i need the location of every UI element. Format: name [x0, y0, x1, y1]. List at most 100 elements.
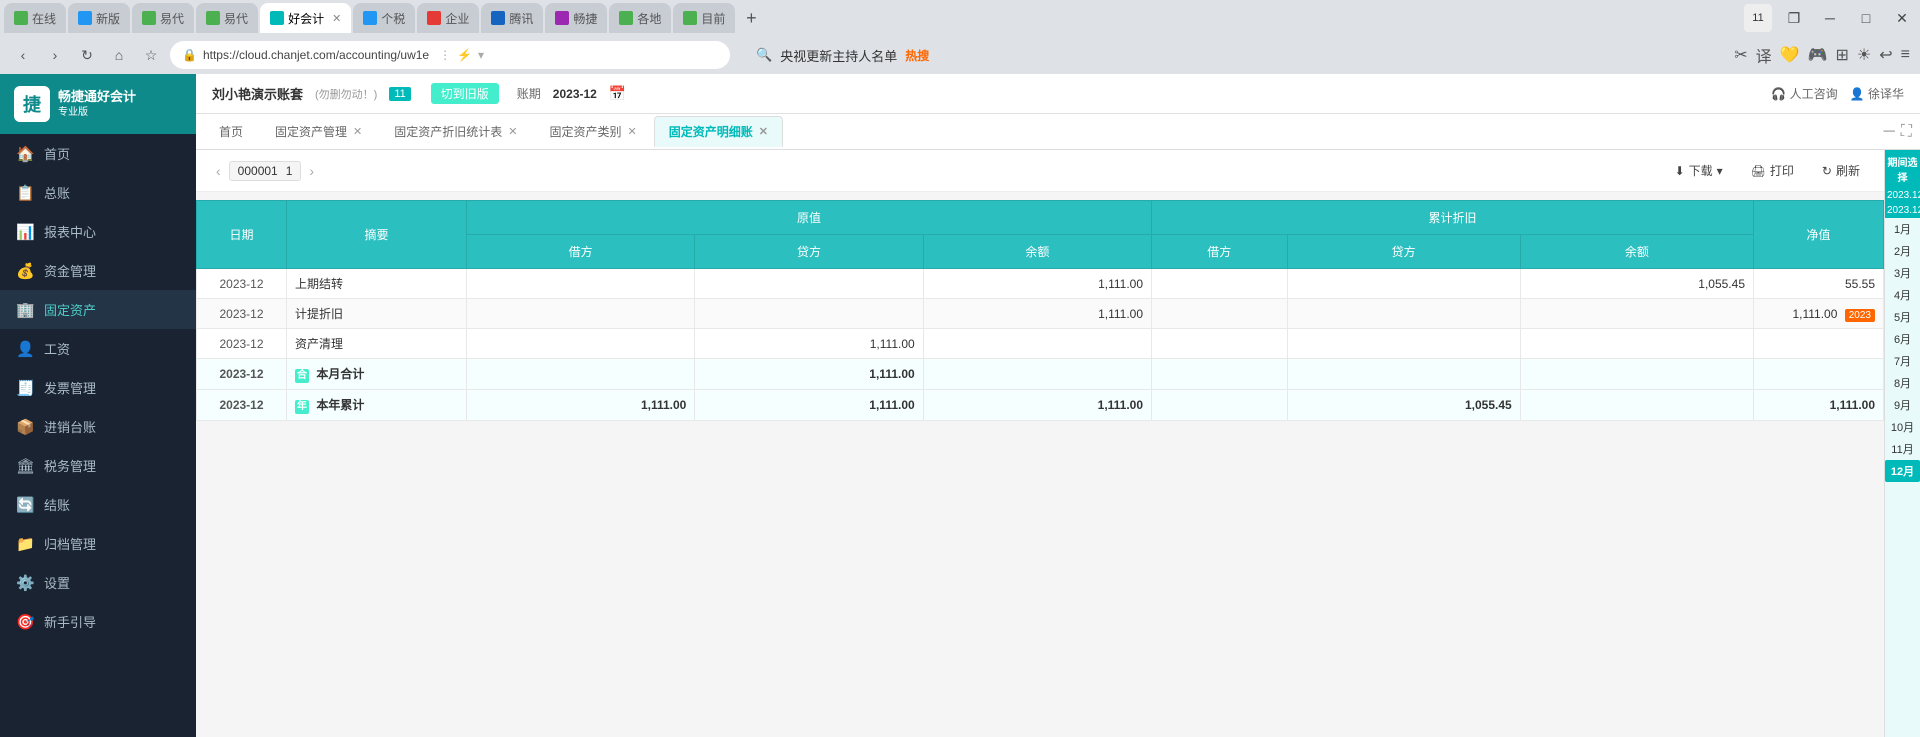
sidebar-item-funds[interactable]: 💰 资金管理: [0, 251, 196, 290]
browser-tab-yidai1[interactable]: 易代: [132, 3, 194, 33]
tab-close-asset-detail-ledger[interactable]: ✕: [759, 125, 768, 138]
search-area: 🔍 央视更新主持人名单 热搜: [736, 46, 1728, 65]
row1-net-value: 55.55: [1754, 269, 1884, 299]
sidebar-item-tax[interactable]: 🏛 税务管理: [0, 446, 196, 485]
invoice-icon: 🧾: [16, 379, 34, 397]
maximize-icon[interactable]: □: [1852, 4, 1880, 32]
grid-icon[interactable]: ⊞: [1836, 45, 1849, 65]
new-tab-button[interactable]: +: [737, 4, 765, 32]
period-month-10[interactable]: 10月: [1885, 416, 1920, 438]
restore-window-icon[interactable]: ❐: [1780, 4, 1808, 32]
tab-home[interactable]: 首页: [204, 116, 258, 147]
undo-icon[interactable]: ↩: [1879, 45, 1892, 65]
user-avatar[interactable]: 👤 徐译华: [1850, 85, 1904, 102]
th-acc-debit: 借方: [1152, 235, 1287, 269]
sidebar-item-ledger[interactable]: 📋 总账: [0, 173, 196, 212]
sidebar-item-closing[interactable]: 🔄 结账: [0, 485, 196, 524]
sidebar-item-invoice[interactable]: 🧾 发票管理: [0, 368, 196, 407]
row2-date: 2023-12: [197, 299, 287, 329]
browser-tab-muqian[interactable]: 目前: [673, 3, 735, 33]
period-month-12[interactable]: 12月: [1885, 460, 1920, 482]
browser-tab-qiye[interactable]: 企业: [417, 3, 479, 33]
tab-asset-category[interactable]: 固定资产类别 ✕: [534, 116, 651, 147]
period-month-5[interactable]: 5月: [1885, 306, 1920, 328]
period-selected-top[interactable]: 2023.12: [1885, 188, 1920, 203]
sidebar-item-fixed-assets[interactable]: 🏢 固定资产: [0, 290, 196, 329]
browser-tab-changjie[interactable]: 畅捷: [545, 3, 607, 33]
period-selected-bottom[interactable]: 2023.12: [1885, 203, 1920, 218]
brightness-icon[interactable]: ☀: [1857, 45, 1871, 65]
hot-search-label[interactable]: 热搜: [905, 47, 929, 64]
maximize-tab-icon[interactable]: ⛶: [1901, 123, 1912, 141]
sidebar-item-home[interactable]: 🏠 首页: [0, 134, 196, 173]
tab-close-depreciation-stats[interactable]: ✕: [508, 125, 517, 138]
period-selector: 期间选择 2023.12 2023.12 1月 2月 3月 4月 5月 6月 7…: [1884, 150, 1920, 737]
th-original-value: 原值: [467, 201, 1152, 235]
tab-close-icon[interactable]: ✕: [332, 12, 341, 25]
row3-orig-credit: 1,111.00: [695, 329, 923, 359]
switch-version-button[interactable]: 切到旧版: [431, 83, 499, 104]
period-month-1[interactable]: 1月: [1885, 218, 1920, 240]
sidebar-item-payroll[interactable]: 👤 工资: [0, 329, 196, 368]
browser-tab-geshui[interactable]: 个税: [353, 3, 415, 33]
period-month-3[interactable]: 3月: [1885, 262, 1920, 284]
period-month-4[interactable]: 4月: [1885, 284, 1920, 306]
tab-fixed-assets-mgmt[interactable]: 固定资产管理 ✕: [260, 116, 377, 147]
tab-label: 个税: [381, 10, 405, 27]
sidebar-item-settings[interactable]: ⚙️ 设置: [0, 563, 196, 602]
url-input[interactable]: 🔒 https://cloud.chanjet.com/accounting/u…: [170, 41, 730, 69]
sidebar-item-archive[interactable]: 📁 归档管理: [0, 524, 196, 563]
row2-orig-credit: [695, 299, 923, 329]
browser-tab-online[interactable]: 在线: [4, 3, 66, 33]
tab-depreciation-stats[interactable]: 固定资产折旧统计表 ✕: [379, 116, 532, 147]
refresh-button[interactable]: ↻: [74, 42, 100, 68]
refresh-button[interactable]: ↻ 刷新: [1814, 158, 1868, 183]
browser-tab-haokuai[interactable]: 好会计 ✕: [260, 3, 351, 33]
bookmark-button[interactable]: ☆: [138, 42, 164, 68]
close-browser-icon[interactable]: ✕: [1888, 4, 1916, 32]
next-page-button[interactable]: ›: [305, 161, 318, 181]
minimize-tab-icon[interactable]: ─: [1883, 123, 1894, 141]
sidebar-item-purchase-sales[interactable]: 📦 进销台账: [0, 407, 196, 446]
row2-orig-debit: [467, 299, 695, 329]
badge-count[interactable]: 11: [1744, 4, 1772, 32]
row1-acc-debit: [1152, 269, 1287, 299]
wallet-icon[interactable]: 💛: [1780, 45, 1800, 65]
period-month-11[interactable]: 11月: [1885, 438, 1920, 460]
tab-close-fixed-assets-mgmt[interactable]: ✕: [353, 125, 362, 138]
period-month-6[interactable]: 6月: [1885, 328, 1920, 350]
menu-icon[interactable]: ≡: [1901, 46, 1910, 64]
tab-favicon: [683, 11, 697, 25]
browser-tab-yidai2[interactable]: 易代: [196, 3, 258, 33]
tab-label: 目前: [701, 10, 725, 27]
period-month-2[interactable]: 2月: [1885, 240, 1920, 262]
home-button[interactable]: ⌂: [106, 42, 132, 68]
minimize-icon[interactable]: ─: [1816, 4, 1844, 32]
tab-label: 好会计: [288, 10, 324, 27]
forward-button[interactable]: ›: [42, 42, 68, 68]
print-button[interactable]: 🖨 打印: [1743, 158, 1802, 183]
prev-page-button[interactable]: ‹: [212, 161, 225, 181]
ai-consult-button[interactable]: 🎧 人工咨询: [1771, 85, 1837, 102]
tab-close-asset-category[interactable]: ✕: [628, 125, 637, 138]
period-month-7[interactable]: 7月: [1885, 350, 1920, 372]
browser-tab-gedi[interactable]: 各地: [609, 3, 671, 33]
sidebar-item-reports[interactable]: 📊 报表中心: [0, 212, 196, 251]
gamepad-icon[interactable]: 🎮: [1808, 45, 1828, 65]
sidebar-item-ledger-label: 总账: [44, 183, 70, 202]
row5-summary: 年 本年累计: [287, 390, 467, 421]
th-orig-credit: 贷方: [695, 235, 923, 269]
sidebar-item-guide[interactable]: 🎯 新手引导: [0, 602, 196, 641]
period-month-8[interactable]: 8月: [1885, 372, 1920, 394]
download-button[interactable]: ⬇ 下载 ▾: [1667, 158, 1731, 183]
row5-acc-balance: [1520, 390, 1753, 421]
back-button[interactable]: ‹: [10, 42, 36, 68]
calendar-icon[interactable]: 📅: [609, 85, 626, 102]
period-month-9[interactable]: 9月: [1885, 394, 1920, 416]
browser-tab-new[interactable]: 新版: [68, 3, 130, 33]
scissors-icon[interactable]: ✂: [1734, 45, 1747, 65]
translate-icon[interactable]: 译: [1756, 43, 1772, 67]
browser-tab-tengxun[interactable]: 腾讯: [481, 3, 543, 33]
row1-orig-balance: 1,111.00: [923, 269, 1151, 299]
tab-asset-detail-ledger[interactable]: 固定资产明细账 ✕: [654, 116, 783, 147]
